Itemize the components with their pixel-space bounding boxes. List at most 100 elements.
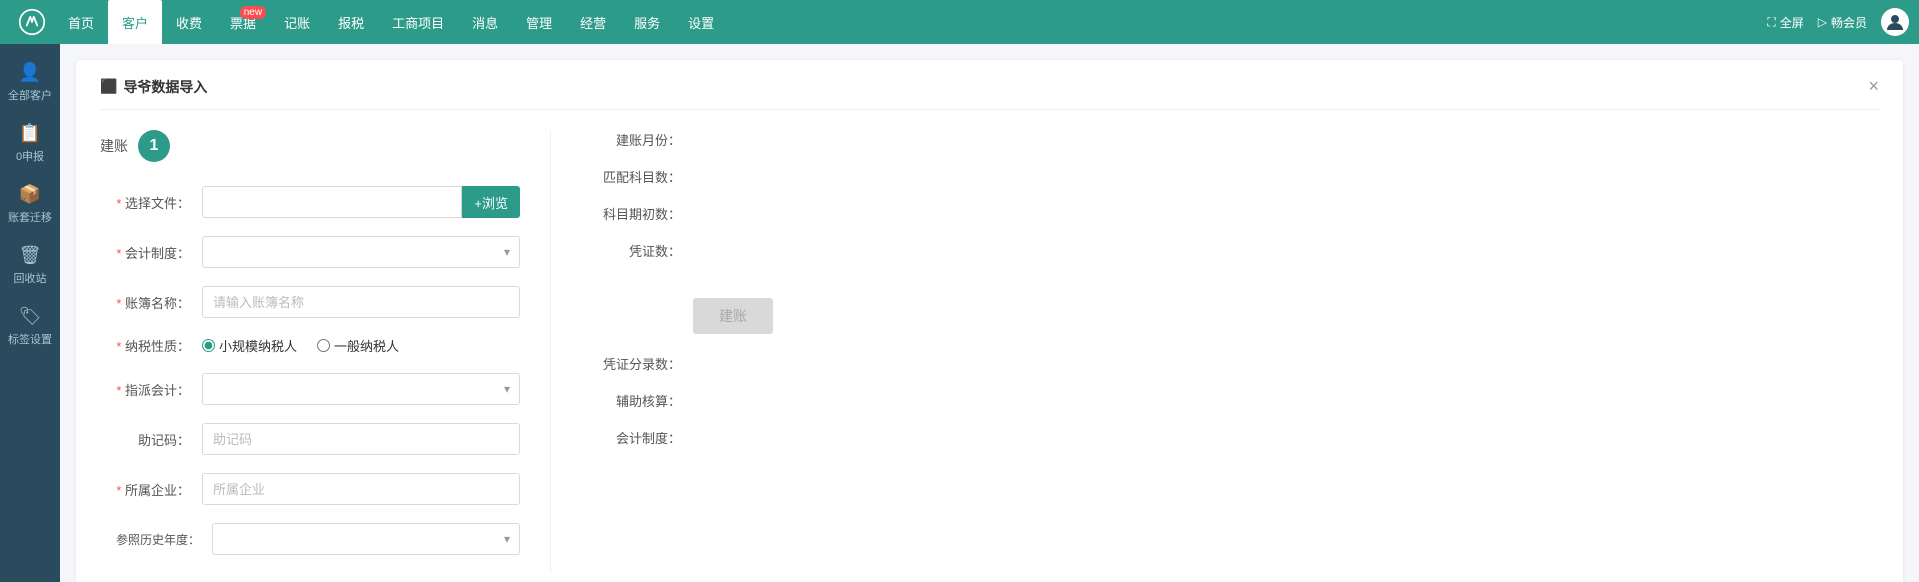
step-circle: 1	[138, 130, 170, 162]
recycle-icon: 🗑	[19, 245, 42, 266]
nav-item-首页[interactable]: 首页	[54, 0, 108, 44]
tax-option-small[interactable]: 小规模纳税人	[202, 336, 297, 355]
nav-item-设置[interactable]: 设置	[674, 0, 728, 44]
memo-input[interactable]	[202, 423, 520, 455]
sidebar-item-declaration[interactable]: 📋 0申报	[0, 113, 60, 174]
sidebar-item-tags[interactable]: 🏷 标签设置	[0, 296, 60, 357]
accountant-row: * 指派会计：	[100, 373, 520, 405]
nav-item-经营[interactable]: 经营	[566, 0, 620, 44]
match-subjects-label: 匹配科目数：	[581, 167, 681, 186]
history-year-row: 参照历史年度：	[100, 523, 520, 555]
tax-type-label: * 纳税性质：	[100, 336, 190, 355]
tag-icon: 🏷	[19, 306, 42, 327]
tax-option-small-label: 小规模纳税人	[219, 336, 297, 355]
member-icon: ▷	[1818, 15, 1827, 29]
file-input[interactable]	[202, 186, 462, 218]
history-year-label: 参照历史年度：	[100, 531, 200, 548]
nav-item-票据[interactable]: 票据new	[216, 0, 270, 44]
month-label: 建账月份：	[581, 130, 681, 149]
member-label: 畅会员	[1831, 14, 1867, 31]
panel-title-icon: ⬛	[100, 78, 117, 95]
sidebar: 👤 全部客户 📋 0申报 📦 账套迁移 🗑 回收站 🏷 标签设置	[0, 44, 60, 582]
company-label: * 所属企业：	[100, 480, 190, 499]
file-input-group: +浏览	[202, 186, 520, 218]
initial-subjects-label: 科目期初数：	[581, 204, 681, 223]
file-select-row: * 选择文件： +浏览	[100, 186, 520, 218]
file-label: * 选择文件：	[100, 193, 190, 212]
browse-button[interactable]: +浏览	[462, 186, 520, 218]
form-divider	[550, 130, 551, 573]
accountant-label: * 指派会计：	[100, 380, 190, 399]
nav-item-记账[interactable]: 记账	[270, 0, 324, 44]
sidebar-label-recycle: 回收站	[14, 270, 47, 286]
main-content: ⬛ 导爷数据导入 × 建账 1 * 选择文件：	[60, 44, 1919, 582]
aux-accounting-row: 辅助核算：	[581, 391, 1879, 410]
nav-item-收费[interactable]: 收费	[162, 0, 216, 44]
tax-option-general[interactable]: 一般纳税人	[317, 336, 399, 355]
topnav-right: ⛶ 全屏 ▷ 畅会员	[1767, 8, 1909, 36]
ledger-name-label: * 账簿名称：	[100, 293, 190, 312]
fullscreen-label: 全屏	[1780, 14, 1804, 31]
right-accounting-system-label: 会计制度：	[581, 428, 681, 447]
nav-item-报税[interactable]: 报税	[324, 0, 378, 44]
sidebar-label-tags: 标签设置	[8, 331, 52, 347]
fullscreen-icon: ⛶	[1767, 15, 1775, 30]
sidebar-label-declaration: 0申报	[16, 148, 44, 164]
nav-item-客户[interactable]: 客户	[108, 0, 162, 44]
member-btn[interactable]: ▷ 畅会员	[1818, 14, 1867, 31]
form-right: 建账月份： 匹配科目数： 科目期初数： 凭证数：	[581, 130, 1879, 573]
voucher-entries-row: 凭证分录数：	[581, 354, 1879, 373]
panel-header: ⬛ 导爷数据导入 ×	[100, 76, 1879, 110]
tax-radio-general[interactable]	[317, 339, 330, 352]
memo-row: 助记码：	[100, 423, 520, 455]
app-logo[interactable]	[10, 0, 54, 44]
tax-option-general-label: 一般纳税人	[334, 336, 399, 355]
accounting-system-label: * 会计制度：	[100, 243, 190, 262]
step-label: 建账	[100, 136, 128, 156]
voucher-entries-label: 凭证分录数：	[581, 354, 681, 373]
panel-title-text: 导爷数据导入	[123, 77, 207, 97]
company-input[interactable]	[202, 473, 520, 505]
accountant-select-wrap	[202, 373, 520, 405]
nav-badge-票据: new	[240, 6, 266, 19]
right-accounting-system-row: 会计制度：	[581, 428, 1879, 447]
panel-title: ⬛ 导爷数据导入	[100, 77, 207, 97]
ledger-name-input[interactable]	[202, 286, 520, 318]
month-row: 建账月份：	[581, 130, 1879, 149]
ledger-name-row: * 账簿名称：	[100, 286, 520, 318]
import-panel: ⬛ 导爷数据导入 × 建账 1 * 选择文件：	[76, 60, 1903, 582]
voucher-row: 凭证数：	[581, 241, 1879, 260]
fullscreen-btn[interactable]: ⛶ 全屏	[1767, 14, 1803, 31]
company-row: * 所属企业：	[100, 473, 520, 505]
tax-type-row: * 纳税性质： 小规模纳税人 一般纳税人	[100, 336, 520, 355]
step-indicator: 建账 1	[100, 130, 520, 162]
top-nav: 首页客户收费票据new记账报税工商项目消息管理经营服务设置 ⛶ 全屏 ▷ 畅会员	[0, 0, 1919, 44]
history-year-select-wrap	[212, 523, 520, 555]
nav-item-消息[interactable]: 消息	[458, 0, 512, 44]
memo-label: 助记码：	[100, 430, 190, 449]
accounting-system-select-wrap	[202, 236, 520, 268]
migration-icon: 📦	[19, 184, 41, 205]
accounting-system-select[interactable]	[202, 236, 520, 268]
history-year-select[interactable]	[212, 523, 520, 555]
sidebar-item-recycle[interactable]: 🗑 回收站	[0, 235, 60, 296]
form-container: 建账 1 * 选择文件： +浏览 * 会计制度：	[100, 130, 1879, 573]
user-icon: 👤	[19, 62, 41, 83]
accountant-select[interactable]	[202, 373, 520, 405]
main-layout: 👤 全部客户 📋 0申报 📦 账套迁移 🗑 回收站 🏷 标签设置 ⬛ 导爷	[0, 44, 1919, 582]
sidebar-item-migration[interactable]: 📦 账套迁移	[0, 174, 60, 235]
voucher-label: 凭证数：	[581, 241, 681, 260]
nav-item-服务[interactable]: 服务	[620, 0, 674, 44]
accounting-system-row: * 会计制度：	[100, 236, 520, 268]
tax-radio-small[interactable]	[202, 339, 215, 352]
sidebar-item-all-clients[interactable]: 👤 全部客户	[0, 52, 60, 113]
panel-close-button[interactable]: ×	[1868, 76, 1879, 97]
match-subjects-row: 匹配科目数：	[581, 167, 1879, 186]
nav-item-工商项目[interactable]: 工商项目	[378, 0, 458, 44]
sidebar-label-all-clients: 全部客户	[8, 87, 52, 103]
aux-accounting-label: 辅助核算：	[581, 391, 681, 410]
build-account-button[interactable]: 建账	[693, 298, 773, 334]
nav-item-管理[interactable]: 管理	[512, 0, 566, 44]
initial-subjects-row: 科目期初数：	[581, 204, 1879, 223]
avatar[interactable]	[1881, 8, 1909, 36]
